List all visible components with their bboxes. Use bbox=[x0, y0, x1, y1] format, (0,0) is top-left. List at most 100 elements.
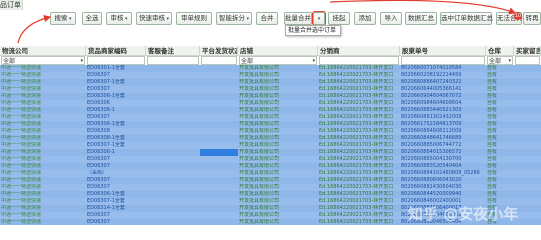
col-logistics-cell: 中通一一特送快递 bbox=[1, 219, 42, 225]
col-distributor-cell: Ed.16864220021703-林开发口 bbox=[319, 191, 394, 197]
col-distributor-cell: Ed.16864220021703-林开发口 bbox=[319, 198, 394, 204]
table-row[interactable]: 中通一一特送快递 ED06307 开发批具有限公司 Ed.16864220021703… bbox=[0, 177, 541, 184]
table-row[interactable]: 中通一一特送快递 ED06308 开发批具有限公司 Ed.16864220021703… bbox=[0, 128, 541, 135]
col-distributor-cell: Ed.16864220021703-林开发口 bbox=[319, 156, 394, 162]
approval-rules-button[interactable]: 审单规则 bbox=[176, 12, 212, 25]
merge-dropdown-button[interactable]: ▾ bbox=[313, 12, 325, 25]
batch-merge-tooltip: 批量合并选中订单 bbox=[285, 25, 341, 36]
col-order-no-cell: 8020660864015306572 bbox=[401, 149, 462, 155]
col-sku-cell: ED06306 bbox=[87, 100, 110, 106]
col-warehouse-filter-value: 全部 bbox=[489, 58, 502, 65]
col-logistics-cell: 中通一一特送快递 bbox=[1, 170, 42, 176]
table-row[interactable]: 中通一一特送快递 ED06307 开发批具有限公司 Ed.16864220021703… bbox=[0, 156, 541, 163]
select-all-button[interactable]: 全选 bbox=[82, 12, 102, 25]
col-sku-cell: ED06306-1 bbox=[87, 107, 115, 113]
col-sku-cell: ED06307 bbox=[87, 184, 110, 190]
col-warehouse-header[interactable]: 仓库 bbox=[486, 46, 514, 56]
table-row[interactable]: 中通一一特送快递 ED06307 开发批具有限公司 Ed.16864220021703… bbox=[0, 163, 541, 170]
table-row[interactable]: 中通一一特送快递 ED06306-1 开发批具有限公司 Ed.168642200217… bbox=[0, 149, 541, 156]
col-distributor-cell: Ed.16864220021703-林开发口 bbox=[319, 107, 394, 113]
add-button-label: 添加 bbox=[358, 14, 372, 22]
col-platform-status-header[interactable]: 平台发货状态 bbox=[200, 46, 238, 56]
table-row[interactable]: 中通一一特送快递 ED06301-1全套 开发批具有限公司 Ed.1686422002… bbox=[0, 65, 541, 72]
col-logistics-header[interactable]: 物流公司 bbox=[0, 46, 86, 56]
col-platform-status-cell bbox=[200, 142, 238, 149]
import-button[interactable]: 导入 bbox=[380, 12, 402, 25]
col-distributor-cell: Ed.16864220021703-林开发口 bbox=[319, 219, 394, 225]
col-sku-cell: ED06306-1全套 bbox=[87, 93, 125, 99]
col-order-no-cell: 8020660881302432009 bbox=[401, 114, 462, 120]
table-row[interactable]: 中通一一特送快递 ED06306-1全套 开发批具有限公司 Ed.1686422002… bbox=[0, 93, 541, 100]
table-row[interactable]: 中通一一特送快递 ED06307 开发批具有限公司 Ed.16864220021703… bbox=[0, 72, 541, 79]
batch-merge-button-label: 批量合并 bbox=[285, 14, 311, 22]
search-button[interactable]: 搜索 ▾ bbox=[50, 12, 76, 25]
transfer-button-label: 转再 bbox=[525, 14, 539, 22]
transfer-button[interactable]: 转再 bbox=[523, 12, 541, 25]
quick-approve-button[interactable]: 快速审核 ▾ bbox=[136, 12, 172, 25]
col-sku-cell: ED06307 bbox=[87, 219, 110, 225]
merge-button[interactable]: 合并 bbox=[256, 12, 278, 25]
col-sku-filter[interactable] bbox=[87, 56, 145, 65]
col-distributor-filter[interactable] bbox=[319, 56, 399, 65]
window-tab-title[interactable]: 品订单 bbox=[0, 0, 23, 10]
col-logistics-cell: 中通一一特送快递 bbox=[1, 198, 42, 204]
data-summary-button-label: 数据汇总 bbox=[408, 14, 434, 22]
col-platform-status-cell bbox=[200, 184, 238, 191]
col-order-no-cell: 8020660644005366141 bbox=[401, 86, 462, 92]
col-distributor-cell: Ed.16864220021703-林开发口 bbox=[319, 65, 394, 71]
merge-button-label: 合并 bbox=[260, 14, 274, 22]
col-sku-cell: ED06307 bbox=[87, 86, 110, 92]
col-warehouse-cell: 自有 bbox=[487, 142, 498, 148]
col-order-no-filter[interactable] bbox=[401, 56, 485, 65]
col-shop-cell: 开发批具有限公司 bbox=[239, 121, 280, 127]
col-buyer-message-filter[interactable] bbox=[515, 56, 540, 65]
table-row[interactable]: 中通一一特送快递 ED06306 开发批具有限公司 Ed.16864220021703… bbox=[0, 100, 541, 107]
col-shop-cell: 开发批具有限公司 bbox=[239, 93, 280, 99]
table-row[interactable]: 中通一一特送快递 ED06308-1全套 开发批具有限公司 Ed.1686422002… bbox=[0, 135, 541, 142]
table-row[interactable]: 中通一一特送快递 ED06306-1 开发批具有限公司 Ed.168642200217… bbox=[0, 107, 541, 114]
col-distributor-cell: Ed.16864220021703-林开发口 bbox=[319, 184, 394, 190]
add-button[interactable]: 添加 bbox=[354, 12, 376, 25]
table-row[interactable]: 中通一一特送快递 （采购） 开发批具有限公司 Ed.16864220021703-林开… bbox=[0, 170, 541, 177]
table-row[interactable]: 中通一一特送快递 ED06306-1全套 开发批具有限公司 Ed.1686422002… bbox=[0, 191, 541, 198]
table-row[interactable]: 中通一一特送快递 ED06307-1全套 开发批具有限公司 Ed.1686422002… bbox=[0, 142, 541, 149]
col-warehouse-cell: 自有 bbox=[487, 114, 498, 120]
col-buyer-message-header[interactable]: 买家留言 bbox=[514, 46, 541, 56]
col-logistics-cell: 中通一一特送快递 bbox=[1, 128, 42, 134]
data-summary-button[interactable]: 数据汇总 bbox=[405, 12, 437, 25]
col-warehouse-filter[interactable]: 全部 ▾ bbox=[487, 56, 513, 65]
col-platform-status-filter[interactable] bbox=[201, 56, 237, 65]
col-sku-cell: ED06301-1全套 bbox=[87, 65, 125, 71]
hold-button[interactable]: 挂起 bbox=[328, 12, 350, 25]
col-logistics-cell: 中通一一特送快递 bbox=[1, 163, 42, 169]
col-logistics-cell: 中通一一特送快递 bbox=[1, 212, 42, 218]
col-cs-note-header[interactable]: 客服备注 bbox=[146, 46, 200, 56]
col-warehouse-cell: 自有 bbox=[487, 72, 498, 78]
chevron-down-icon: ▾ bbox=[508, 58, 511, 64]
table-row[interactable]: 中通一一特送快递 ED06307 开发批具有限公司 Ed.16864220021703… bbox=[0, 86, 541, 93]
col-order-no-header[interactable]: 股東单号 bbox=[400, 46, 486, 56]
table-row[interactable]: 中通一一特送快递 ED06307 开发批具有限公司 Ed.16864220021703… bbox=[0, 184, 541, 191]
col-shop-header[interactable]: 店铺 bbox=[238, 46, 318, 56]
col-warehouse-cell: 自有 bbox=[487, 65, 498, 71]
col-logistics-filter[interactable]: 全部 ▾ bbox=[1, 56, 85, 65]
col-sku-cell: ED06314-1全套 bbox=[87, 205, 125, 211]
smart-split-button[interactable]: 智能拆分 ▾ bbox=[216, 12, 252, 25]
col-shop-filter[interactable]: 全部 ▾ bbox=[239, 56, 317, 65]
import-button-label: 导入 bbox=[384, 14, 398, 22]
quick-approve-button-label: 快速审核 bbox=[138, 14, 165, 22]
col-shop-cell: 开发批具有限公司 bbox=[239, 156, 280, 162]
col-warehouse-cell: 自有 bbox=[487, 79, 498, 85]
col-warehouse-cell: 自有 bbox=[487, 170, 498, 176]
selected-orders-summary-button[interactable]: 选中订单数据汇总 bbox=[440, 12, 493, 25]
table-row[interactable]: 中通一一特送快递 ED06306-1全套 开发批具有限公司 Ed.1686422002… bbox=[0, 121, 541, 128]
batch-merge-button[interactable]: 批量合并 bbox=[284, 12, 312, 25]
col-sku-header[interactable]: 货品商家编码 bbox=[86, 46, 146, 56]
col-cs-note-filter[interactable] bbox=[147, 56, 199, 65]
col-shop-cell: 开发批具有限公司 bbox=[239, 212, 280, 218]
table-row[interactable]: 中通一一特送快递 ED06307-1全套 开发批具有限公司 Ed.1686422002… bbox=[0, 79, 541, 86]
col-warehouse-cell: 自有 bbox=[487, 149, 498, 155]
table-row[interactable]: 中通一一特送快递 ED06307 开发批具有限公司 Ed.16864220021703… bbox=[0, 114, 541, 121]
approve-button[interactable]: 审核 ▾ bbox=[106, 12, 132, 25]
col-distributor-header[interactable]: 分销商 bbox=[318, 46, 400, 56]
